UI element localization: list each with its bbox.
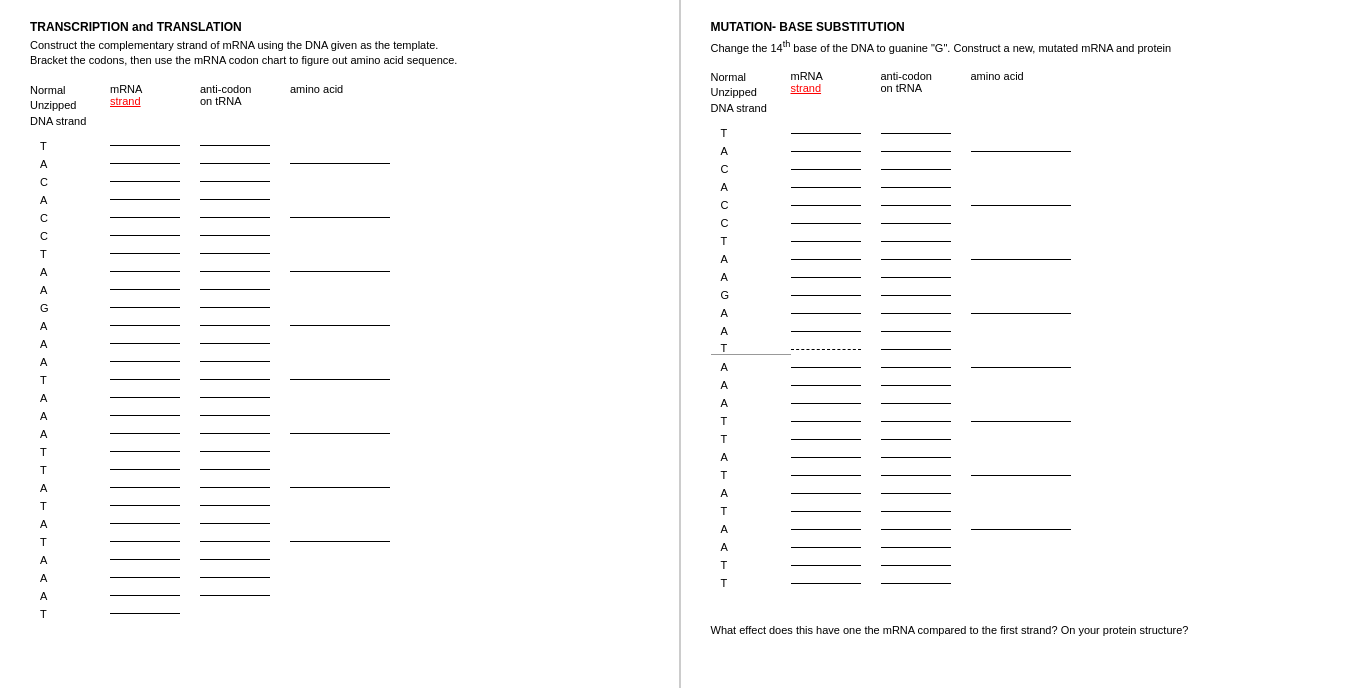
left-row-27: T [30,605,649,623]
right-row-20: T [711,466,1330,484]
right-row-21: A [711,484,1330,502]
left-row-19: T [30,461,649,479]
left-row-13: A [30,353,649,371]
left-row-22: A [30,515,649,533]
right-title: MUTATION- BASE SUBSTITUTION [711,20,1330,34]
right-panel: MUTATION- BASE SUBSTITUTION Change the 1… [681,0,1360,688]
left-panel: TRANSCRIPTION and TRANSLATION Construct … [0,0,681,688]
right-mrna-header: mRNA strand [791,70,881,116]
left-row-11: A [30,317,649,335]
right-row-3: C [711,160,1330,178]
right-row-13: T [711,340,1330,358]
right-question: What effect does this have one the mRNA … [711,622,1330,639]
right-row-25: T [711,556,1330,574]
left-column-headers: NormalUnzippedDNA strand mRNA strand ant… [30,83,649,129]
right-row-12: A [711,322,1330,340]
right-row-19: A [711,448,1330,466]
right-row-1: T [711,124,1330,142]
right-column-headers: NormalUnzippedDNA strand mRNA strand ant… [711,70,1330,116]
left-row-18: T [30,443,649,461]
left-row-25: A [30,569,649,587]
right-row-15: A [711,376,1330,394]
right-row-24: A [711,538,1330,556]
left-row-16: A [30,407,649,425]
left-row-5: C [30,209,649,227]
right-row-22: T [711,502,1330,520]
right-row-8: A [711,250,1330,268]
left-mrna-header: mRNA strand [110,83,200,129]
left-row-4: A [30,191,649,209]
right-instructions: Change the 14th base of the DNA to guani… [711,38,1330,56]
left-row-26: A [30,587,649,605]
right-dna-header: NormalUnzippedDNA strand [711,70,791,116]
right-row-23: A [711,520,1330,538]
right-row-5: C [711,196,1330,214]
left-dna-rows: T A C A [30,137,649,623]
right-anticodon-header: anti-codon on tRNA [881,70,971,116]
right-row-18: T [711,430,1330,448]
left-row-8: A [30,263,649,281]
left-row-15: A [30,389,649,407]
left-row-6: C [30,227,649,245]
right-row-16: A [711,394,1330,412]
right-row-14: A [711,358,1330,376]
left-aminoacid-header: amino acid [290,83,400,129]
right-row-7: T [711,232,1330,250]
left-title: TRANSCRIPTION and TRANSLATION [30,20,649,34]
left-row-3: C [30,173,649,191]
left-row-12: A [30,335,649,353]
right-row-6: C [711,214,1330,232]
right-row-17: T [711,412,1330,430]
left-row-21: T [30,497,649,515]
left-row-24: A [30,551,649,569]
left-row-2: A [30,155,649,173]
right-row-26: T [711,574,1330,592]
left-dna-header: NormalUnzippedDNA strand [30,83,110,129]
left-row-20: A [30,479,649,497]
left-row-9: A [30,281,649,299]
right-dna-rows: T A C A [711,124,1330,592]
left-row-1: T [30,137,649,155]
right-aminoacid-header: amino acid [971,70,1081,116]
left-anticodon-header: anti-codon on tRNA [200,83,290,129]
left-row-14: T [30,371,649,389]
left-instructions: Construct the complementary strand of mR… [30,38,649,69]
left-row-17: A [30,425,649,443]
right-row-4: A [711,178,1330,196]
right-row-9: A [711,268,1330,286]
right-row-10: G [711,286,1330,304]
left-row-23: T [30,533,649,551]
right-row-11: A [711,304,1330,322]
right-row-2: A [711,142,1330,160]
left-row-7: T [30,245,649,263]
left-row-10: G [30,299,649,317]
